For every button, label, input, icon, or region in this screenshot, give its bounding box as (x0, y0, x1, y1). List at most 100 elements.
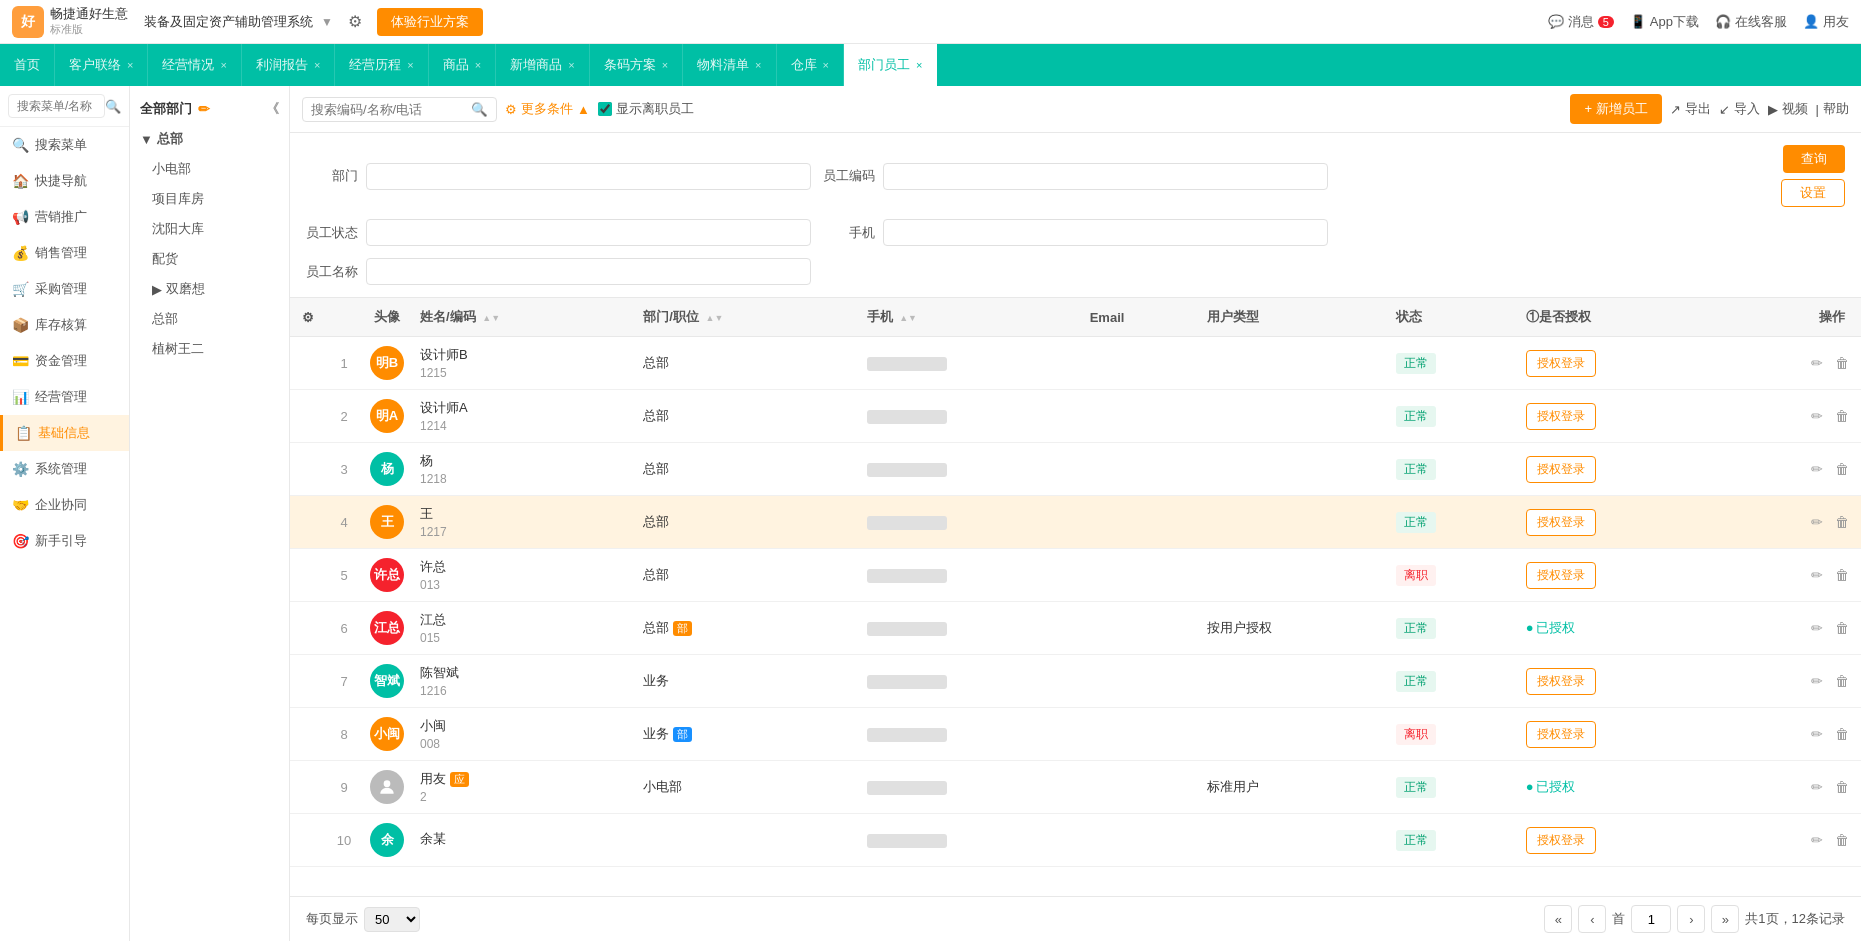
sidebar-item-sales[interactable]: 💰 销售管理 (0, 235, 129, 271)
delete-button[interactable]: 🗑 (1831, 671, 1853, 691)
sidebar-item-finance[interactable]: 💳 资金管理 (0, 343, 129, 379)
online-support-button[interactable]: 🎧 在线客服 (1715, 13, 1787, 31)
add-employee-button[interactable]: + 新增员工 (1570, 94, 1661, 124)
sidebar-item-nav[interactable]: 🏠 快捷导航 (0, 163, 129, 199)
auth-button[interactable]: 授权登录 (1526, 509, 1596, 536)
dept-edit-icon[interactable]: ✏ (198, 101, 210, 117)
dept-node-headquarters[interactable]: ▼ 总部 (130, 124, 289, 154)
tab-goods-close[interactable]: × (475, 59, 481, 71)
dept-node-zhishu[interactable]: 植树王二 (130, 334, 289, 364)
search-input[interactable] (311, 102, 471, 117)
help-button[interactable]: | 帮助 (1816, 100, 1849, 118)
tab-profit[interactable]: 利润报告 × (242, 44, 335, 86)
tab-operation-close[interactable]: × (220, 59, 226, 71)
delete-button[interactable]: 🗑 (1831, 565, 1853, 585)
tab-newgoods[interactable]: 新增商品 × (496, 44, 589, 86)
edit-button[interactable]: ✏ (1807, 777, 1827, 797)
export-button[interactable]: ↗ 导出 (1670, 100, 1711, 118)
view-button[interactable]: ▶ 视频 (1768, 100, 1808, 118)
dept-node-shuangmo[interactable]: ▶ 双磨想 (130, 274, 289, 304)
sidebar-item-bizmanage[interactable]: 📊 经营管理 (0, 379, 129, 415)
tab-journey-close[interactable]: × (407, 59, 413, 71)
search-button[interactable]: 🔍 (471, 102, 488, 117)
auth-button[interactable]: 授权登录 (1526, 827, 1596, 854)
delete-button[interactable]: 🗑 (1831, 830, 1853, 850)
tab-newgoods-close[interactable]: × (568, 59, 574, 71)
tab-barcode-close[interactable]: × (662, 59, 668, 71)
tab-home[interactable]: 首页 (0, 44, 55, 86)
dept-node-shenyang[interactable]: 沈阳大库 (130, 214, 289, 244)
import-button[interactable]: ↙ 导入 (1719, 100, 1760, 118)
tab-operation[interactable]: 经营情况 × (148, 44, 241, 86)
filter-status-select[interactable] (366, 219, 811, 246)
edit-button[interactable]: ✏ (1807, 353, 1827, 373)
sidebar-item-basic[interactable]: 📋 基础信息 (0, 415, 129, 451)
col-settings[interactable]: ⚙ (290, 298, 326, 337)
auth-button[interactable]: 授权登录 (1526, 721, 1596, 748)
col-name-sort[interactable]: ▲▼ (482, 314, 500, 323)
edit-button[interactable]: ✏ (1807, 618, 1827, 638)
col-phone[interactable]: 手机 ▲▼ (859, 298, 1082, 337)
app-download-button[interactable]: 📱 App下载 (1630, 13, 1699, 31)
tab-staff-close[interactable]: × (916, 59, 922, 71)
auth-button[interactable]: 授权登录 (1526, 456, 1596, 483)
sidebar-item-collab[interactable]: 🤝 企业协同 (0, 487, 129, 523)
sidebar-item-guide[interactable]: 🎯 新手引导 (0, 523, 129, 559)
tab-goods[interactable]: 商品 × (429, 44, 496, 86)
page-number-input[interactable] (1631, 905, 1671, 933)
sidebar-item-marketing[interactable]: 📢 营销推广 (0, 199, 129, 235)
delete-button[interactable]: 🗑 (1831, 618, 1853, 638)
dept-node-zongbu[interactable]: 总部 (130, 304, 289, 334)
edit-button[interactable]: ✏ (1807, 671, 1827, 691)
auth-button[interactable]: 授权登录 (1526, 350, 1596, 377)
delete-button[interactable]: 🗑 (1831, 777, 1853, 797)
tab-staff[interactable]: 部门员工 × (844, 44, 937, 86)
auth-button[interactable]: 授权登录 (1526, 668, 1596, 695)
col-name[interactable]: 姓名/编码 ▲▼ (412, 298, 635, 337)
tab-barcode[interactable]: 条码方案 × (590, 44, 683, 86)
sidebar-search-input[interactable] (8, 94, 105, 118)
dept-node-xiaodian[interactable]: 小电部 (130, 154, 289, 184)
sidebar-item-system[interactable]: ⚙️ 系统管理 (0, 451, 129, 487)
query-button[interactable]: 查询 (1783, 145, 1845, 173)
trial-button[interactable]: 体验行业方案 (377, 8, 483, 36)
sidebar-item-purchase[interactable]: 🛒 采购管理 (0, 271, 129, 307)
message-button[interactable]: 💬 消息 5 (1548, 13, 1614, 31)
col-phone-sort[interactable]: ▲▼ (899, 314, 917, 323)
delete-button[interactable]: 🗑 (1831, 512, 1853, 532)
tab-customer[interactable]: 客户联络 × (55, 44, 148, 86)
col-dept-sort[interactable]: ▲▼ (706, 314, 724, 323)
edit-button[interactable]: ✏ (1807, 512, 1827, 532)
reset-button[interactable]: 设置 (1781, 179, 1845, 207)
filter-phone-input[interactable] (883, 219, 1328, 246)
delete-button[interactable]: 🗑 (1831, 724, 1853, 744)
tab-warehouse[interactable]: 仓库 × (777, 44, 844, 86)
settings-button[interactable]: ⚙ (341, 8, 369, 36)
auth-button[interactable]: 授权登录 (1526, 403, 1596, 430)
tab-profit-close[interactable]: × (314, 59, 320, 71)
show-resigned-checkbox[interactable] (598, 102, 612, 116)
filter-dept-select[interactable] (366, 163, 811, 190)
col-dept[interactable]: 部门/职位 ▲▼ (635, 298, 858, 337)
edit-button[interactable]: ✏ (1807, 406, 1827, 426)
delete-button[interactable]: 🗑 (1831, 353, 1853, 373)
delete-button[interactable]: 🗑 (1831, 459, 1853, 479)
user-button[interactable]: 👤 用友 (1803, 13, 1849, 31)
edit-button[interactable]: ✏ (1807, 724, 1827, 744)
tab-bom-close[interactable]: × (755, 59, 761, 71)
edit-button[interactable]: ✏ (1807, 459, 1827, 479)
sidebar-item-inventory[interactable]: 📦 库存核算 (0, 307, 129, 343)
dept-node-peihuo[interactable]: 配货 (130, 244, 289, 274)
filter-name-input[interactable] (366, 258, 811, 285)
dept-node-projectroom[interactable]: 项目库房 (130, 184, 289, 214)
last-page-button[interactable]: » (1711, 905, 1739, 933)
next-page-button[interactable]: › (1677, 905, 1705, 933)
tab-warehouse-close[interactable]: × (823, 59, 829, 71)
tab-bom[interactable]: 物料清单 × (683, 44, 776, 86)
sidebar-item-search[interactable]: 🔍 搜索菜单 (0, 127, 129, 163)
dept-collapse-icon[interactable]: 《 (266, 100, 279, 118)
tab-journey[interactable]: 经营历程 × (335, 44, 428, 86)
auth-button[interactable]: 授权登录 (1526, 562, 1596, 589)
filter-btn[interactable]: ⚙ 更多条件 ▲ (505, 100, 590, 118)
per-page-select[interactable]: 50 20 100 (364, 907, 420, 932)
